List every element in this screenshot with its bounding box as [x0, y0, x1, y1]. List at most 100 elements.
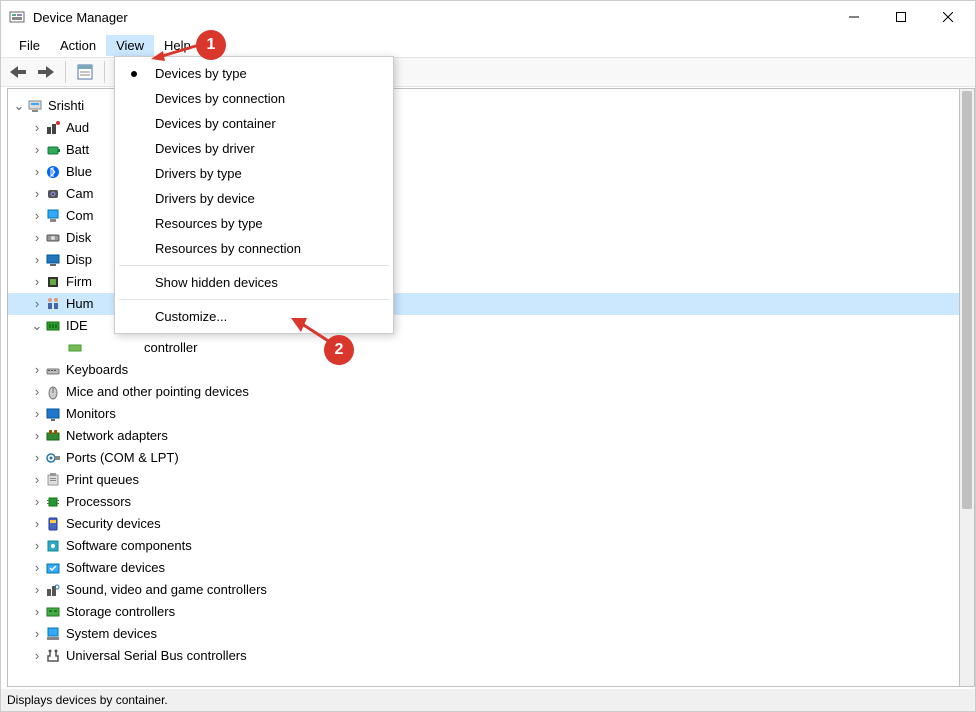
- close-button[interactable]: [925, 1, 971, 33]
- menubar: File Action View Help: [1, 33, 975, 57]
- annotation-label: 2: [335, 341, 344, 359]
- tree-label: Disp: [66, 249, 92, 271]
- menu-view[interactable]: View: [106, 35, 154, 56]
- menu-devices-by-driver[interactable]: Devices by driver: [115, 136, 393, 161]
- menu-devices-by-connection[interactable]: Devices by connection: [115, 86, 393, 111]
- vertical-scrollbar[interactable]: [959, 88, 975, 687]
- device-category-icon: [44, 648, 62, 664]
- menu-item-label: Resources by connection: [155, 241, 301, 256]
- device-category-icon: [44, 428, 62, 444]
- tree-item[interactable]: ›System devices: [8, 623, 967, 645]
- chevron-icon: ›: [30, 623, 44, 645]
- device-icon: [66, 340, 84, 356]
- maximize-button[interactable]: [878, 1, 924, 33]
- menu-resources-by-connection[interactable]: Resources by connection: [115, 236, 393, 261]
- chevron-icon: ›: [30, 205, 44, 227]
- tree-label: IDE: [66, 315, 88, 337]
- menu-item-label: Show hidden devices: [155, 275, 278, 290]
- window-title: Device Manager: [33, 10, 128, 25]
- app-icon: [9, 9, 25, 25]
- tree-label: Processors: [66, 491, 131, 513]
- minimize-button[interactable]: [831, 1, 877, 33]
- menu-show-hidden-devices[interactable]: Show hidden devices: [115, 270, 393, 295]
- statusbar: Displays devices by container.: [1, 689, 975, 711]
- menu-drivers-by-device[interactable]: Drivers by device: [115, 186, 393, 211]
- chevron-icon: ›: [30, 557, 44, 579]
- tree-item[interactable]: › Software devices: [8, 557, 967, 579]
- tree-label: Network adapters: [66, 425, 168, 447]
- tree-item[interactable]: ›Processors: [8, 491, 967, 513]
- device-category-icon: [44, 472, 62, 488]
- menu-resources-by-type[interactable]: Resources by type: [115, 211, 393, 236]
- tree-item[interactable]: ›Keyboards: [8, 359, 967, 381]
- menu-item-label: Devices by driver: [155, 141, 255, 156]
- menu-devices-by-container[interactable]: Devices by container: [115, 111, 393, 136]
- bullet-icon: [131, 71, 137, 77]
- tree-item[interactable]: › Ports (COM & LPT): [8, 447, 967, 469]
- device-category-icon: [44, 318, 62, 334]
- toolbar-separator: [104, 61, 105, 83]
- device-category-icon: [44, 626, 62, 642]
- tree-label: Monitors: [66, 403, 116, 425]
- tree-item[interactable]: ›Monitors: [8, 403, 967, 425]
- chevron-icon: ›: [30, 293, 44, 315]
- chevron-icon: ›: [30, 535, 44, 557]
- chevron-icon: ›: [30, 469, 44, 491]
- menu-devices-by-type[interactable]: Devices by type: [115, 61, 393, 86]
- tree-item[interactable]: › Sound, video and game controllers: [8, 579, 967, 601]
- tree-item[interactable]: ›Network adapters: [8, 425, 967, 447]
- tree-item[interactable]: › Software components: [8, 535, 967, 557]
- tree-label: Sound, video and game controllers: [66, 579, 267, 601]
- tree-item[interactable]: ›Universal Serial Bus controllers: [8, 645, 967, 667]
- device-category-icon: [44, 186, 62, 202]
- device-category-icon: [44, 230, 62, 246]
- tree-item[interactable]: ›Storage controllers: [8, 601, 967, 623]
- device-category-icon: [44, 582, 62, 598]
- tree-item[interactable]: › Print queues: [8, 469, 967, 491]
- device-category-icon: [44, 362, 62, 378]
- computer-icon: [26, 98, 44, 114]
- tree-label: Software components: [66, 535, 192, 557]
- tree-label: Blue: [66, 161, 92, 183]
- device-category-icon: [44, 494, 62, 510]
- tree-item[interactable]: ›Mice and other pointing devices: [8, 381, 967, 403]
- tree-item[interactable]: › Security devices: [8, 513, 967, 535]
- tree-label: Print queues: [66, 469, 139, 491]
- tree-label: Srishti: [48, 95, 84, 117]
- tree-label: Batt: [66, 139, 89, 161]
- chevron-icon: ⌄: [30, 315, 44, 337]
- tree-label: Security devices: [66, 513, 161, 535]
- menu-item-label: Drivers by device: [155, 191, 255, 206]
- tree-label: Disk: [66, 227, 91, 249]
- device-category-icon: [44, 142, 62, 158]
- tree-label: Ports (COM & LPT): [66, 447, 179, 469]
- device-category-icon: [44, 252, 62, 268]
- menu-item-label: Devices by connection: [155, 91, 285, 106]
- device-category-icon: [44, 406, 62, 422]
- titlebar: Device Manager: [1, 1, 975, 33]
- chevron-icon: ›: [30, 579, 44, 601]
- menu-drivers-by-type[interactable]: Drivers by type: [115, 161, 393, 186]
- device-category-icon: [44, 208, 62, 224]
- back-button[interactable]: [7, 61, 29, 83]
- menu-item-label: Devices by container: [155, 116, 276, 131]
- forward-button[interactable]: [35, 61, 57, 83]
- tree-label: Software devices: [66, 557, 165, 579]
- device-category-icon: [44, 538, 62, 554]
- tree-label: Hum: [66, 293, 93, 315]
- tree-label: Storage controllers: [66, 601, 175, 623]
- tree-label: Aud: [66, 117, 89, 139]
- menu-action[interactable]: Action: [50, 35, 106, 56]
- menu-file[interactable]: File: [9, 35, 50, 56]
- chevron-icon: ›: [30, 645, 44, 667]
- chevron-icon: ›: [30, 183, 44, 205]
- chevron-icon: ›: [30, 447, 44, 469]
- scrollbar-thumb[interactable]: [962, 91, 972, 509]
- chevron-icon: ›: [30, 513, 44, 535]
- tree-item-child[interactable]: controller: [8, 337, 967, 359]
- properties-button[interactable]: [74, 61, 96, 83]
- chevron-icon: ›: [30, 161, 44, 183]
- device-category-icon: [44, 604, 62, 620]
- annotation-step2: 2: [324, 335, 354, 365]
- menu-customize[interactable]: Customize...: [115, 304, 393, 329]
